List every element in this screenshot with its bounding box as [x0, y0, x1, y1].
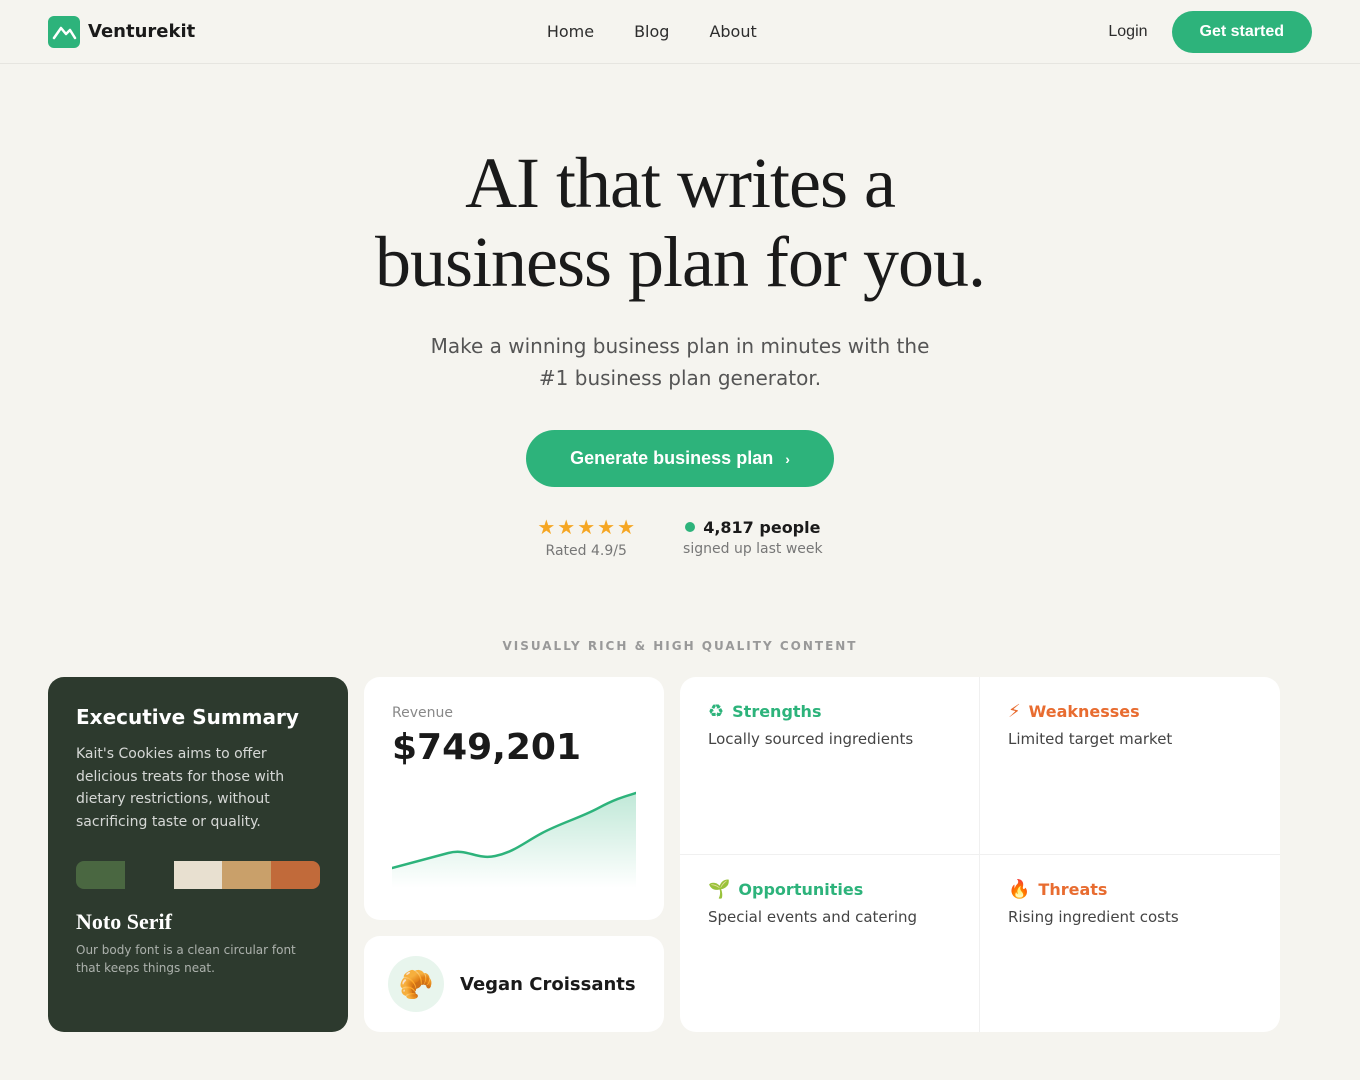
swot-weaknesses: ⚡ Weaknesses Limited target market [980, 677, 1280, 855]
rated-text: Rated 4.9/5 [546, 543, 627, 559]
font-name: Noto Serif [76, 909, 320, 935]
active-indicator [685, 522, 695, 532]
chevron-right-icon: › [785, 451, 790, 467]
star-4: ★ [597, 515, 615, 539]
exec-summary-card: Executive Summary Kait's Cookies aims to… [48, 677, 348, 1032]
generate-plan-button[interactable]: Generate business plan › [526, 430, 834, 487]
signups-label: signed up last week [683, 541, 823, 557]
hero-title: AI that writes a business plan for you. [375, 144, 985, 302]
product-icon: 🥐 [388, 956, 444, 1012]
social-proof: ★ ★ ★ ★ ★ Rated 4.9/5 4,817 people signe… [537, 515, 822, 559]
revenue-label: Revenue [392, 705, 636, 721]
get-started-button[interactable]: Get started [1172, 11, 1312, 53]
swot-opportunities: 🌱 Opportunities Special events and cater… [680, 855, 980, 1033]
opportunities-heading: 🌱 Opportunities [708, 879, 951, 900]
swot-strengths: ♻ Strengths Locally sourced ingredients [680, 677, 980, 855]
logo-text: Venturekit [88, 21, 195, 42]
revenue-card: Revenue $749,201 [364, 677, 664, 920]
nav-about[interactable]: About [709, 22, 756, 41]
signups-count: 4,817 people [703, 518, 820, 537]
strengths-heading: ♻ Strengths [708, 701, 951, 722]
nav-blog[interactable]: Blog [634, 22, 669, 41]
star-5: ★ [617, 515, 635, 539]
exec-title: Executive Summary [76, 705, 320, 729]
threats-text: Rising ingredient costs [1008, 908, 1252, 926]
strengths-text: Locally sourced ingredients [708, 730, 951, 748]
product-name: Vegan Croissants [460, 974, 636, 995]
opportunities-text: Special events and catering [708, 908, 951, 926]
strengths-icon: ♻ [708, 701, 724, 722]
swot-threats: 🔥 Threats Rising ingredient costs [980, 855, 1280, 1033]
hero-section: AI that writes a business plan for you. … [0, 64, 1360, 619]
signups-row: 4,817 people [685, 518, 820, 537]
threats-heading: 🔥 Threats [1008, 879, 1252, 900]
section-label: VISUALLY RICH & HIGH QUALITY CONTENT [0, 639, 1360, 653]
navbar: Venturekit Home Blog About Login Get sta… [0, 0, 1360, 64]
rating-section: ★ ★ ★ ★ ★ Rated 4.9/5 [537, 515, 635, 559]
swatch-4 [222, 861, 271, 889]
weaknesses-icon: ⚡ [1008, 701, 1021, 722]
logo-icon [48, 16, 80, 48]
font-desc: Our body font is a clean circular font t… [76, 941, 320, 977]
nav-actions: Login Get started [1108, 11, 1312, 53]
revenue-amount: $749,201 [392, 727, 636, 768]
weaknesses-heading: ⚡ Weaknesses [1008, 701, 1252, 722]
signups-section: 4,817 people signed up last week [683, 518, 823, 557]
star-3: ★ [577, 515, 595, 539]
revenue-chart [392, 788, 636, 892]
weaknesses-text: Limited target market [1008, 730, 1252, 748]
opportunities-icon: 🌱 [708, 879, 730, 900]
font-preview: Noto Serif Our body font is a clean circ… [76, 909, 320, 977]
color-swatches [76, 861, 320, 889]
exec-text: Kait's Cookies aims to offer delicious t… [76, 743, 320, 833]
logo-link[interactable]: Venturekit [48, 16, 195, 48]
swatch-5 [271, 861, 320, 889]
stars: ★ ★ ★ ★ ★ [537, 515, 635, 539]
swot-card: ♻ Strengths Locally sourced ingredients … [680, 677, 1280, 1032]
swatch-2 [125, 861, 174, 889]
cards-container: Executive Summary Kait's Cookies aims to… [0, 677, 1360, 1080]
login-button[interactable]: Login [1108, 23, 1147, 41]
hero-subtitle: Make a winning business plan in minutes … [430, 330, 930, 394]
swatch-1 [76, 861, 125, 889]
star-2: ★ [557, 515, 575, 539]
product-card: 🥐 Vegan Croissants [364, 936, 664, 1032]
nav-links: Home Blog About [547, 22, 757, 41]
threats-icon: 🔥 [1008, 879, 1030, 900]
star-1: ★ [537, 515, 555, 539]
swatch-3 [174, 861, 223, 889]
nav-home[interactable]: Home [547, 22, 594, 41]
